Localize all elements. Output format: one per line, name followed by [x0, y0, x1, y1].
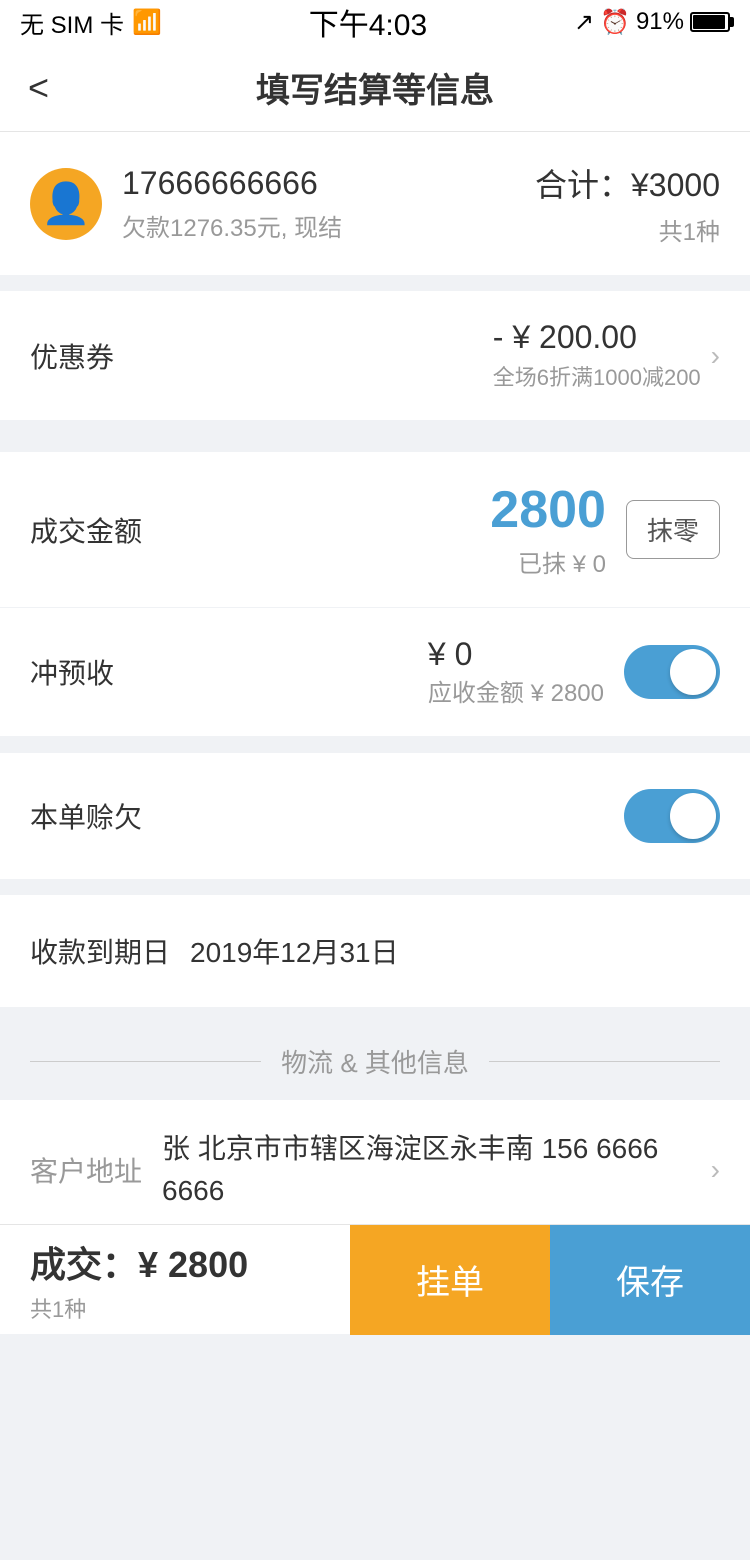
address-content: 张 北京市市辖区海淀区永丰南 156 6666 6666	[162, 1128, 691, 1212]
coupon-right: - ¥ 200.00 全场6折满1000减200 ›	[493, 319, 720, 392]
prepay-label: 冲预收	[30, 652, 114, 692]
deal-amount-value: 2800	[490, 480, 606, 540]
logistics-divider: 物流 & 其他信息	[0, 1023, 750, 1100]
address-row[interactable]: 客户地址 张 北京市市辖区海淀区永丰南 156 6666 6666 ›	[0, 1100, 750, 1240]
content: 👤 17666666666 欠款1276.35元, 现结 合计：¥3000 共1…	[0, 132, 750, 1560]
back-button[interactable]: <	[28, 67, 49, 109]
separator-4	[0, 1007, 750, 1023]
avatar-icon: 👤	[41, 180, 91, 227]
deal-amount-label: 成交金额	[30, 510, 142, 550]
coupon-row[interactable]: 优惠券 - ¥ 200.00 全场6折满1000减200 ›	[0, 291, 750, 420]
customer-note: 欠款1276.35元, 现结	[122, 208, 342, 243]
page-title: 填写结算等信息	[256, 63, 494, 112]
bottom-summary: 成交：¥ 2800 共1种	[0, 1236, 350, 1324]
battery-percent: 91%	[636, 8, 684, 36]
debit-toggle[interactable]	[624, 789, 720, 843]
address-chevron-icon: ›	[711, 1154, 720, 1186]
separator-3	[0, 879, 750, 895]
bottom-deal-amount: ¥ 2800	[138, 1244, 248, 1285]
total-amount: 合计：¥3000	[535, 160, 720, 206]
toggle-knob	[670, 649, 716, 695]
status-bar: 无 SIM 卡 📶 下午4:03 ↗ ⏰ 91%	[0, 0, 750, 44]
prepay-toggle[interactable]	[624, 645, 720, 699]
deal-amount-row: 成交金额 2800 已抹 ¥ 0 抹零	[0, 452, 750, 608]
logistics-line-left	[30, 1061, 261, 1062]
total-count: 共1种	[535, 212, 720, 247]
deal-right: 2800 已抹 ¥ 0 抹零	[490, 480, 720, 579]
customer-right: 合计：¥3000 共1种	[535, 160, 720, 247]
customer-info: 17666666666 欠款1276.35元, 现结	[122, 165, 342, 243]
nav-bar: < 填写结算等信息	[0, 44, 750, 132]
debit-row: 本单赊欠	[0, 753, 750, 879]
battery-indicator	[690, 12, 730, 32]
due-date-value: 2019年12月31日	[190, 931, 399, 971]
round-button[interactable]: 抹零	[626, 500, 720, 559]
logistics-label: 物流 & 其他信息	[281, 1043, 469, 1080]
bottom-deal-prefix: 成交：	[30, 1244, 138, 1285]
prepay-row: 冲预收 ¥ 0 应收金额 ¥ 2800	[0, 608, 750, 737]
prepay-value: ¥ 0	[428, 636, 604, 673]
deal-sub: 已抹 ¥ 0	[490, 544, 606, 579]
time-label: 下午4:03	[309, 0, 427, 44]
separator-1	[0, 436, 750, 452]
prepay-sub: 应收金额 ¥ 2800	[428, 673, 604, 708]
bottom-count: 共1种	[30, 1292, 320, 1324]
chevron-right-icon: ›	[711, 340, 720, 372]
due-date-label: 收款到期日	[30, 931, 170, 971]
debit-label: 本单赊欠	[30, 796, 142, 836]
save-button[interactable]: 保存	[550, 1225, 750, 1335]
alarm-icon: ⏰	[600, 8, 630, 37]
avatar: 👤	[30, 168, 102, 240]
status-right: ↗ ⏰ 91%	[574, 8, 730, 37]
coupon-label: 优惠券	[30, 336, 114, 376]
separator-2	[0, 737, 750, 753]
customer-left: 👤 17666666666 欠款1276.35元, 现结	[30, 165, 342, 243]
deal-section: 成交金额 2800 已抹 ¥ 0 抹零 冲预收 ¥ 0 应收金额 ¥ 2800	[0, 452, 750, 737]
battery-fill	[693, 15, 725, 29]
coupon-discount: - ¥ 200.00	[493, 319, 701, 356]
debit-toggle-knob	[670, 793, 716, 839]
location-icon: ↗	[574, 8, 594, 37]
customer-phone: 17666666666	[122, 165, 342, 202]
coupon-desc: 全场6折满1000减200	[493, 360, 701, 392]
customer-card: 👤 17666666666 欠款1276.35元, 现结 合计：¥3000 共1…	[0, 132, 750, 275]
due-date-row: 收款到期日 2019年12月31日	[0, 895, 750, 1007]
status-left: 无 SIM 卡 📶	[20, 5, 162, 40]
address-label: 客户地址	[30, 1150, 142, 1190]
carrier-label: 无 SIM 卡	[20, 5, 124, 40]
hang-button[interactable]: 挂单	[350, 1225, 550, 1335]
bottom-deal-label: 成交：¥ 2800	[30, 1236, 320, 1288]
wifi-icon: 📶	[132, 8, 162, 37]
bottom-bar: 成交：¥ 2800 共1种 挂单 保存	[0, 1224, 750, 1334]
logistics-line-right	[489, 1061, 720, 1062]
